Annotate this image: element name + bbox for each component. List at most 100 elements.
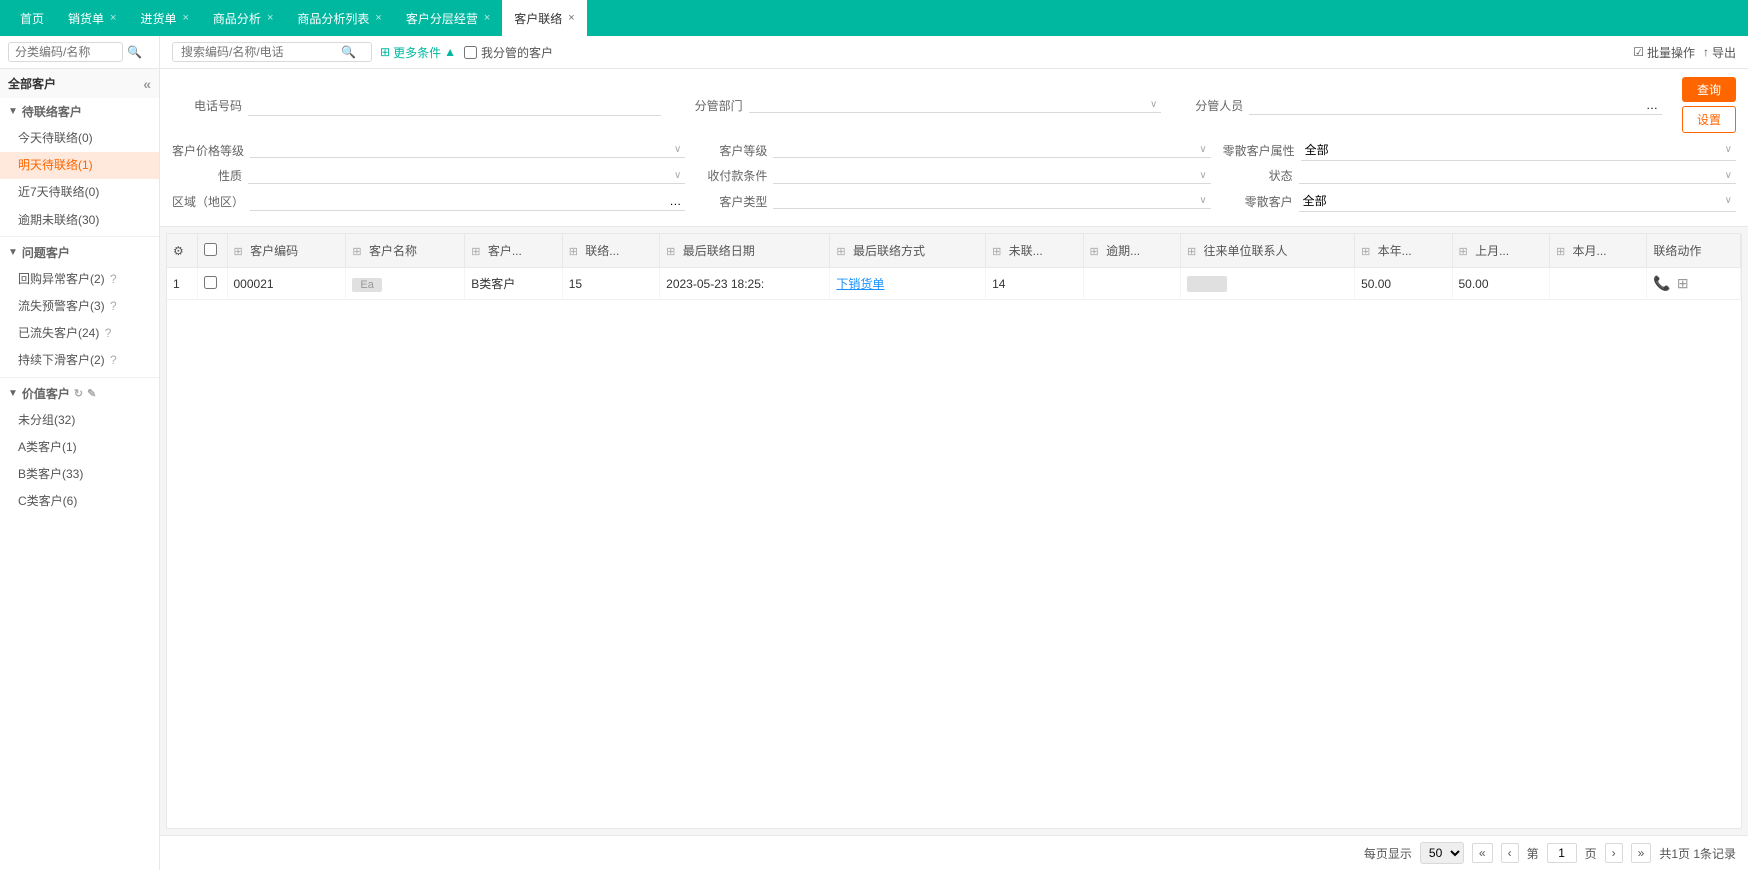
sidebar-item-overdue-contact[interactable]: 逾期未联络(30): [0, 207, 159, 234]
col-this-month: ⊞ 本月...: [1549, 234, 1646, 268]
sidebar-item-declining[interactable]: 持续下滑客户(2) ?: [0, 347, 159, 374]
problem-customer-group[interactable]: ▼ 问题客户: [0, 239, 159, 266]
nav-home[interactable]: 首页: [8, 0, 56, 36]
pending-contact-group[interactable]: ▼ 待联络客户: [0, 98, 159, 125]
page-number-input[interactable]: [1547, 843, 1577, 863]
payment-terms-select[interactable]: ∨: [773, 168, 1210, 184]
select-all-checkbox[interactable]: [204, 243, 217, 256]
sidebar-item-7day-contact[interactable]: 近7天待联络(0): [0, 179, 159, 206]
col-customer-name: ⊞ 客户名称: [346, 234, 465, 268]
area-select[interactable]: …: [250, 192, 685, 211]
sidebar-item-tomorrow-contact[interactable]: 明天待联络(1): [0, 152, 159, 179]
export-btn[interactable]: ↑ 导出: [1703, 44, 1736, 61]
my-customers-checkbox[interactable]: 我分管的客户: [464, 44, 553, 61]
cell-this-year: 50.00: [1355, 268, 1452, 300]
retail-customer-chevron-icon: ∨: [1725, 195, 1732, 206]
sidebar-item-abnormal-repurchase[interactable]: 回购异常客户(2) ?: [0, 266, 159, 293]
cell-contact-person: [1180, 268, 1354, 300]
edit-icon[interactable]: ✎: [87, 387, 96, 400]
first-page-btn[interactable]: «: [1472, 843, 1493, 863]
contact-person-placeholder: [1187, 276, 1227, 292]
my-customers-input[interactable]: [464, 46, 477, 59]
sidebar-search-icon[interactable]: 🔍: [127, 45, 142, 59]
status-select[interactable]: ∨: [1299, 168, 1736, 184]
per-page-select[interactable]: 50: [1420, 842, 1464, 864]
close-customer-contact-icon[interactable]: ×: [568, 12, 574, 24]
retail-customer-select[interactable]: 全部 ∨: [1299, 190, 1736, 212]
value-arrow-icon: ▼: [8, 388, 18, 399]
value-customer-group[interactable]: ▼ 价值客户 ↻ ✎: [0, 380, 159, 407]
col-sort-icon-method: ⊞: [836, 246, 845, 258]
sidebar-search-input[interactable]: [8, 42, 123, 62]
customer-type-chevron-icon: ∨: [1199, 195, 1206, 206]
col-sort-icon-last-month: ⊞: [1459, 246, 1468, 258]
status-field: 状态 ∨: [1223, 167, 1736, 184]
phone-input[interactable]: [248, 94, 661, 116]
advanced-filter-panel: 电话号码 分管部门 ∨ 分管人员 …: [160, 69, 1748, 227]
close-product-analysis-icon[interactable]: ×: [267, 12, 273, 24]
refresh-icon[interactable]: ↻: [74, 387, 83, 400]
col-this-year: ⊞ 本年...: [1355, 234, 1452, 268]
col-last-contact-date: ⊞ 最后联络日期: [660, 234, 830, 268]
last-contact-method-link[interactable]: 下销货单: [836, 277, 884, 291]
customer-type-select[interactable]: ∨: [773, 193, 1210, 209]
close-sales-order-icon[interactable]: ×: [110, 12, 116, 24]
main-layout: 🔍 全部客户 « ▼ 待联络客户 今天待联络(0) 明天待联络(1) 近7天待联…: [0, 36, 1748, 870]
reset-button[interactable]: 设置: [1682, 106, 1736, 133]
col-sort-icon-year: ⊞: [1361, 246, 1370, 258]
dept-select[interactable]: ∨: [749, 97, 1162, 113]
next-page-btn[interactable]: ›: [1605, 843, 1623, 863]
nav-customer-segmentation[interactable]: 客户分层经营 ×: [394, 0, 502, 36]
nav-product-analysis-list[interactable]: 商品分析列表 ×: [285, 0, 393, 36]
sidebar-item-b-class[interactable]: B类客户(33): [0, 461, 159, 488]
question-icon-3: ?: [110, 353, 117, 367]
sidebar-collapse-btn[interactable]: «: [143, 76, 151, 92]
cell-uncontacted: 14: [986, 268, 1083, 300]
question-icon-1: ?: [110, 299, 117, 313]
batch-operation-btn[interactable]: ☑ 批量操作: [1633, 44, 1695, 61]
sidebar-item-churned[interactable]: 已流失客户(24) ?: [0, 320, 159, 347]
retail-attr-select[interactable]: 全部 ∨: [1301, 139, 1736, 161]
row-checkbox[interactable]: [204, 276, 217, 289]
nav-customer-contact[interactable]: 客户联络 ×: [502, 0, 586, 36]
cell-checkbox: [197, 268, 227, 300]
filter-icon: ⊞: [380, 45, 390, 59]
col-last-month: ⊞ 上月...: [1452, 234, 1549, 268]
grid-action-icon[interactable]: ⊞: [1677, 275, 1689, 292]
filter-search-input[interactable]: [181, 45, 341, 59]
close-product-analysis-list-icon[interactable]: ×: [375, 12, 381, 24]
col-sort-icon-unc: ⊞: [992, 246, 1001, 258]
customer-level-select[interactable]: ∨: [773, 142, 1210, 158]
cell-customer-type: B类客户: [465, 268, 562, 300]
settings-icon[interactable]: ⚙: [173, 244, 184, 258]
nav-product-analysis[interactable]: 商品分析 ×: [201, 0, 285, 36]
close-customer-segmentation-icon[interactable]: ×: [484, 12, 490, 24]
col-sort-icon-this-month: ⊞: [1556, 246, 1565, 258]
prev-page-btn[interactable]: ‹: [1501, 843, 1519, 863]
name-placeholder: Ea: [352, 278, 381, 292]
phone-action-icon[interactable]: 📞: [1653, 275, 1670, 292]
price-level-field: 客户价格等级 ∨: [172, 142, 685, 159]
col-contact-person: ⊞ 往来单位联系人: [1180, 234, 1354, 268]
sidebar-item-ungrouped[interactable]: 未分组(32): [0, 407, 159, 434]
sidebar-item-c-class[interactable]: C类客户(6): [0, 488, 159, 515]
sidebar: 🔍 全部客户 « ▼ 待联络客户 今天待联络(0) 明天待联络(1) 近7天待联…: [0, 36, 160, 870]
close-purchase-order-icon[interactable]: ×: [182, 12, 188, 24]
cell-code: 000021: [227, 268, 346, 300]
nav-purchase-order[interactable]: 进货单 ×: [128, 0, 200, 36]
sidebar-item-churn-warning[interactable]: 流失预警客户(3) ?: [0, 293, 159, 320]
sidebar-item-today-contact[interactable]: 今天待联络(0): [0, 125, 159, 152]
sidebar-item-a-class[interactable]: A类客户(1): [0, 434, 159, 461]
nav-sales-order[interactable]: 销货单 ×: [56, 0, 128, 36]
filter-search-icon[interactable]: 🔍: [341, 45, 356, 59]
action-icons: 📞 ⊞: [1653, 275, 1734, 292]
cell-no: 1: [167, 268, 197, 300]
batch-check-icon: ☑: [1633, 45, 1644, 59]
query-button[interactable]: 查询: [1682, 77, 1736, 102]
nature-field: 性质 ∨: [172, 167, 685, 184]
more-filters-btn[interactable]: ⊞ 更多条件 ▲: [380, 44, 456, 61]
price-level-select[interactable]: ∨: [250, 142, 685, 158]
last-page-btn[interactable]: »: [1631, 843, 1652, 863]
nature-select[interactable]: ∨: [248, 168, 685, 184]
person-select[interactable]: …: [1249, 96, 1662, 115]
